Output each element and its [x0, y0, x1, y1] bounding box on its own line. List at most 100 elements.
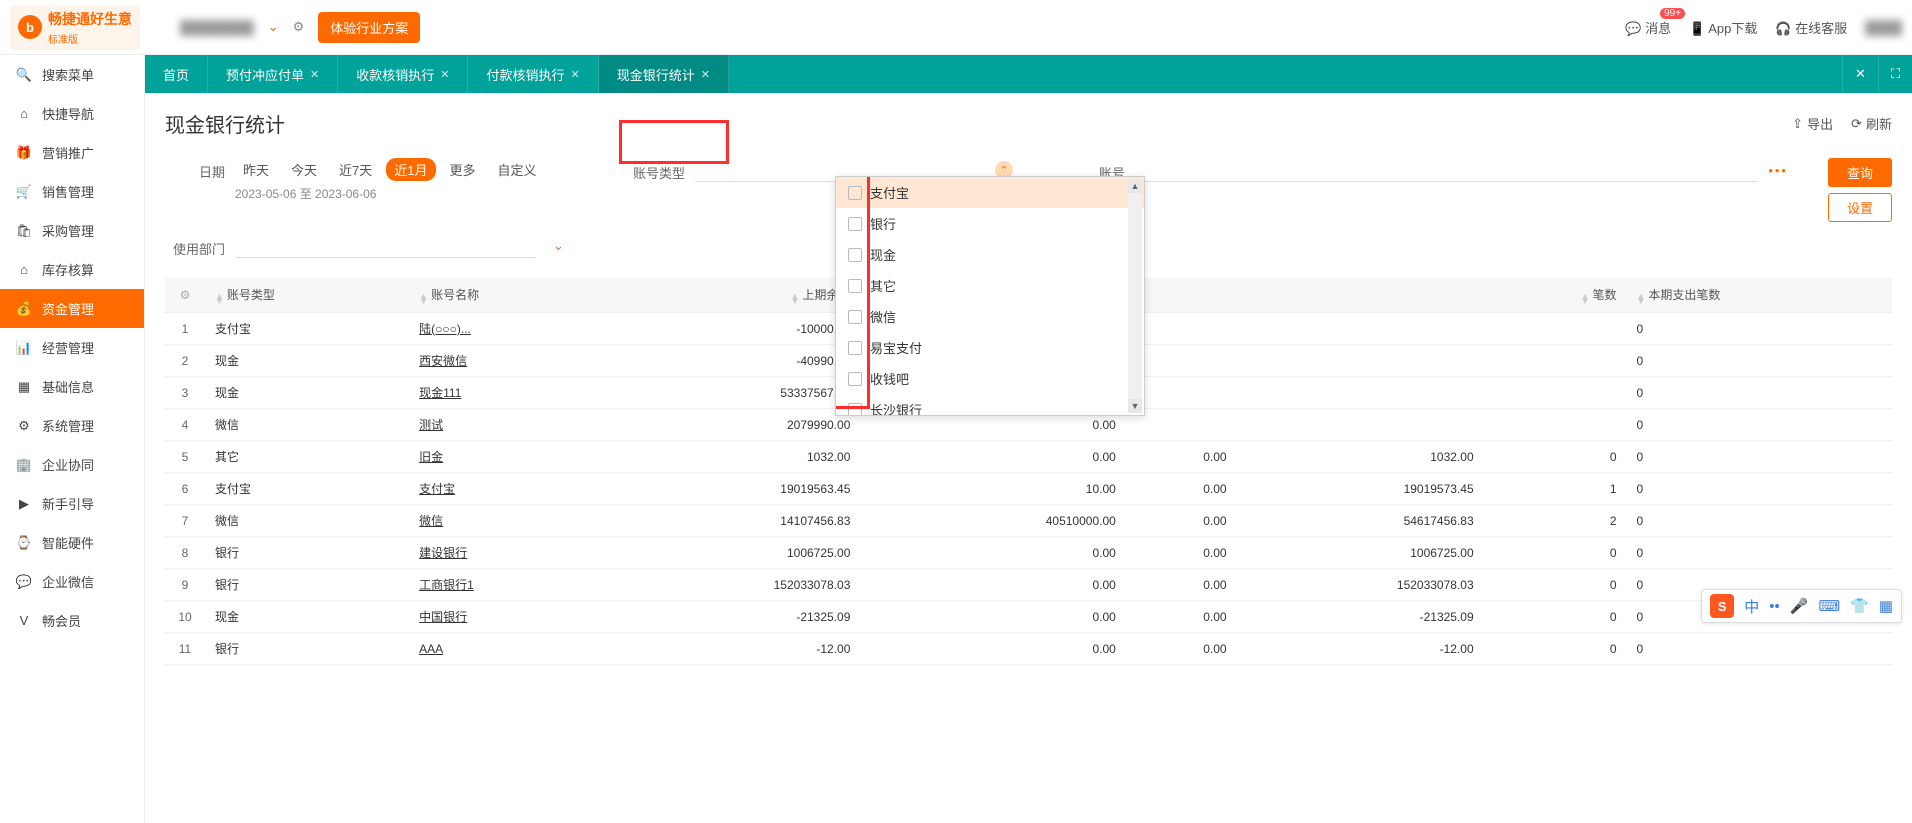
tab-close-icon[interactable]: ✕	[571, 68, 580, 81]
cell-c8: 0	[1627, 441, 1893, 473]
cell-in-amt: 0.00	[860, 601, 1125, 633]
checkbox-icon[interactable]	[848, 248, 862, 262]
ime-punct-icon[interactable]: ••	[1769, 598, 1780, 615]
dropdown-option[interactable]: 现金	[836, 239, 1144, 270]
dropdown-option[interactable]: 长沙银行	[836, 394, 1144, 416]
cell-c6: 1006725.00	[1237, 537, 1484, 569]
settings-gear-icon[interactable]: ⚙	[293, 19, 305, 35]
dropdown-option[interactable]: 支付宝	[836, 177, 1144, 208]
cell-name-link[interactable]: 微信	[419, 514, 443, 528]
ime-voice-icon[interactable]: 🎤	[1790, 597, 1809, 615]
checkbox-icon[interactable]	[848, 341, 862, 355]
user-avatar-blur[interactable]: ████	[1865, 20, 1902, 35]
dropdown-option[interactable]: 微信	[836, 301, 1144, 332]
tab-2[interactable]: 收款核销执行✕	[338, 55, 468, 93]
close-all-tabs-icon[interactable]: ✕	[1842, 55, 1878, 93]
tab-3[interactable]: 付款核销执行✕	[468, 55, 598, 93]
date-chip[interactable]: 近7天	[331, 158, 380, 181]
checkbox-icon[interactable]	[848, 403, 862, 417]
cell-name-link[interactable]: 中国银行	[419, 610, 467, 624]
tab-close-icon[interactable]: ✕	[440, 68, 449, 81]
tab-0[interactable]: 首页	[145, 55, 208, 93]
checkbox-icon[interactable]	[848, 372, 862, 386]
tab-close-icon[interactable]: ✕	[701, 68, 710, 81]
tab-4[interactable]: 现金银行统计✕	[599, 55, 729, 93]
sidebar-item-13[interactable]: 💬企业微信	[0, 562, 144, 601]
dropdown-option-label: 其它	[870, 276, 896, 295]
sidebar-item-0[interactable]: 🔍搜索菜单	[0, 55, 144, 94]
fullscreen-icon[interactable]: ⛶	[1878, 55, 1912, 93]
sidebar-item-8[interactable]: ▦基础信息	[0, 367, 144, 406]
sidebar-item-5[interactable]: ⌂库存核算	[0, 250, 144, 289]
sidebar-item-3[interactable]: 🛒销售管理	[0, 172, 144, 211]
checkbox-icon[interactable]	[848, 217, 862, 231]
dropdown-option[interactable]: 收钱吧	[836, 363, 1144, 394]
scroll-down-icon[interactable]: ▼	[1128, 399, 1142, 413]
export-button[interactable]: ⇪ 导出	[1792, 114, 1833, 133]
cell-name-link[interactable]: AAA	[419, 642, 443, 656]
dropdown-option[interactable]: 其它	[836, 270, 1144, 301]
dept-input[interactable]	[235, 234, 535, 258]
sort-icon[interactable]: ▲▼	[419, 294, 428, 304]
refresh-button[interactable]: ⟳ 刷新	[1851, 114, 1892, 133]
more-dots-icon[interactable]: •••	[1768, 163, 1788, 178]
sort-icon[interactable]: ▲▼	[790, 294, 799, 304]
cell-c5: 0.00	[1126, 441, 1237, 473]
dropdown-scrollbar[interactable]: ▲ ▼	[1128, 179, 1142, 413]
sidebar-item-6[interactable]: 💰资金管理	[0, 289, 144, 328]
table-settings-icon[interactable]: ⚙	[180, 288, 191, 302]
sort-icon[interactable]: ▲▼	[1637, 294, 1646, 304]
sidebar-item-4[interactable]: 🛍采购管理	[0, 211, 144, 250]
sidebar-item-1[interactable]: ⌂快捷导航	[0, 94, 144, 133]
checkbox-icon[interactable]	[848, 186, 862, 200]
cell-name-link[interactable]: 工商银行1	[419, 578, 474, 592]
date-chip[interactable]: 今天	[283, 158, 325, 181]
sidebar-item-11[interactable]: ▶新手引导	[0, 484, 144, 523]
settings-button[interactable]: 设置	[1828, 193, 1892, 222]
sidebar-item-10[interactable]: 🏢企业协同	[0, 445, 144, 484]
cell-c8: 0	[1627, 345, 1893, 377]
service-link[interactable]: 🎧 在线客服	[1775, 18, 1847, 37]
ime-keyboard-icon[interactable]: ⌨	[1818, 597, 1840, 615]
dropdown-option[interactable]: 易宝支付	[836, 332, 1144, 363]
cell-name-link[interactable]: 西安微信	[419, 354, 467, 368]
date-chip[interactable]: 昨天	[235, 158, 277, 181]
dropdown-option[interactable]: 银行	[836, 208, 1144, 239]
ime-lang[interactable]: 中	[1744, 596, 1759, 617]
sidebar-item-9[interactable]: ⚙系统管理	[0, 406, 144, 445]
table-row: 10 现金 中国银行 -21325.09 0.00 0.00 -21325.09…	[165, 601, 1892, 633]
acct-input[interactable]	[1135, 158, 1758, 182]
sidebar-item-12[interactable]: ⌚智能硬件	[0, 523, 144, 562]
cell-name-link[interactable]: 陆(○○○)...	[419, 322, 471, 336]
ime-skin-icon[interactable]: 👕	[1850, 597, 1869, 615]
date-chip[interactable]: 更多	[442, 158, 484, 181]
sidebar-item-14[interactable]: V畅会员	[0, 601, 144, 640]
checkbox-icon[interactable]	[848, 279, 862, 293]
row-index: 9	[165, 569, 205, 601]
ime-logo-icon[interactable]: S	[1710, 594, 1734, 618]
sort-icon[interactable]: ▲▼	[215, 294, 224, 304]
cell-name-link[interactable]: 旧金	[419, 450, 443, 464]
dept-chevron-icon[interactable]: ⌄	[553, 238, 564, 254]
checkbox-icon[interactable]	[848, 310, 862, 324]
ime-toolbox-icon[interactable]: ▦	[1879, 597, 1893, 615]
scroll-up-icon[interactable]: ▲	[1128, 179, 1142, 193]
cell-name-link[interactable]: 支付宝	[419, 482, 455, 496]
date-chip[interactable]: 自定义	[490, 158, 545, 181]
cell-name-link[interactable]: 建设银行	[419, 546, 467, 560]
cell-name-link[interactable]: 现金111	[419, 386, 461, 400]
org-dropdown-icon[interactable]: ⌄	[268, 19, 279, 35]
trial-button[interactable]: 体验行业方案	[318, 12, 420, 43]
query-button[interactable]: 查询	[1828, 158, 1892, 187]
tab-1[interactable]: 预付冲应付单✕	[208, 55, 338, 93]
tab-close-icon[interactable]: ✕	[310, 68, 319, 81]
date-chip[interactable]: 近1月	[386, 158, 435, 181]
cell-c7: 1	[1484, 473, 1627, 505]
sort-icon[interactable]: ▲▼	[1581, 294, 1590, 304]
app-download-link[interactable]: 📱 App下载	[1689, 18, 1757, 37]
sidebar-item-7[interactable]: 📊经营管理	[0, 328, 144, 367]
search-icon: 🔍	[16, 67, 32, 83]
messages-link[interactable]: 💬 消息 99+	[1625, 18, 1671, 37]
sidebar-item-2[interactable]: 🎁营销推广	[0, 133, 144, 172]
cell-name-link[interactable]: 测试	[419, 418, 443, 432]
